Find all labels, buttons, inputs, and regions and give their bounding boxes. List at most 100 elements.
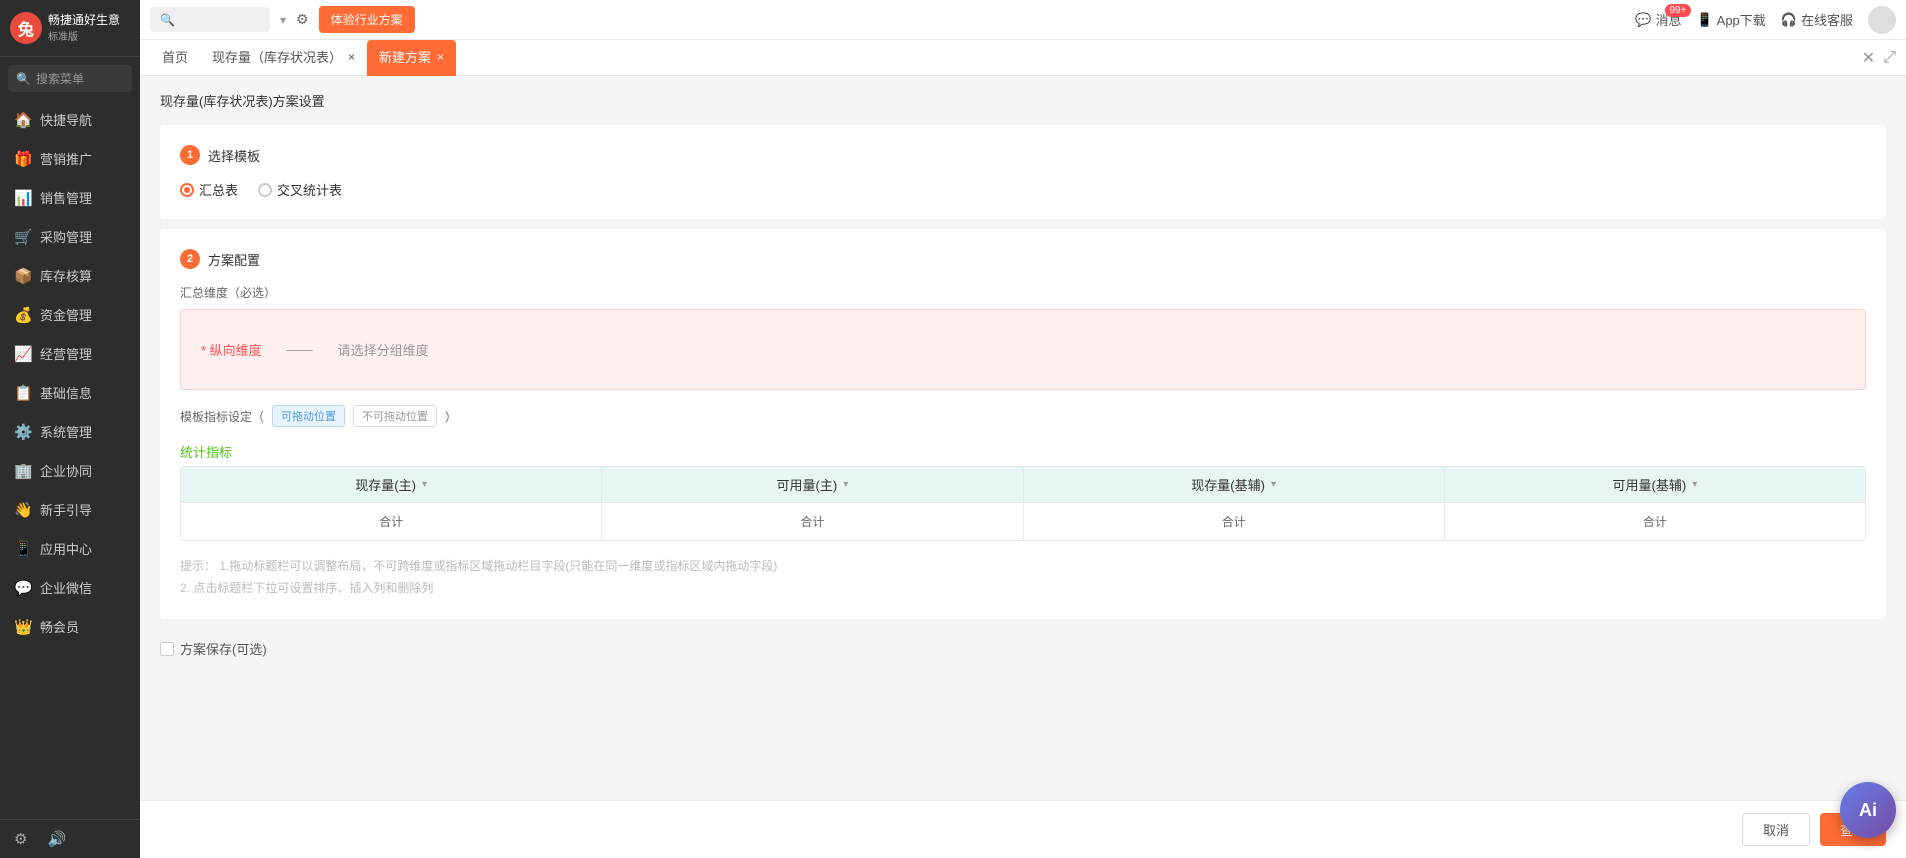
step1-header: 1 选择模板 bbox=[180, 145, 1866, 165]
sidebar-item-operation[interactable]: 📈 经营管理 bbox=[0, 334, 140, 373]
logo-icon: 兔 bbox=[10, 12, 42, 44]
col-summary-2-value: 合计 bbox=[1222, 513, 1246, 530]
sidebar-item-sales[interactable]: 📊 销售管理 bbox=[0, 178, 140, 217]
stats-table-header: 现存量(主) ▾ 可用量(主) ▾ 现存量(基辅) ▾ 可用量(基辅) bbox=[181, 467, 1865, 503]
col-3-chevron-icon[interactable]: ▾ bbox=[1692, 479, 1697, 490]
not-draggable-toggle: 不可拖动位置 bbox=[353, 405, 437, 427]
save-plan-label: 方案保存(可选) bbox=[180, 639, 267, 658]
col-1-chevron-icon[interactable]: ▾ bbox=[843, 479, 848, 490]
col-0-chevron-icon[interactable]: ▾ bbox=[422, 479, 427, 490]
headset-icon: 🎧 bbox=[1781, 12, 1797, 28]
sidebar-item-label: 系统管理 bbox=[40, 422, 92, 441]
sidebar-item-label: 基础信息 bbox=[40, 383, 92, 402]
col-header-2-label: 现存量(基辅) bbox=[1191, 475, 1265, 494]
gift-icon: 🎁 bbox=[14, 150, 32, 168]
chevron-down-icon[interactable]: ▾ bbox=[280, 13, 286, 27]
tab-new-plan-label: 新建方案 bbox=[379, 47, 431, 66]
tips-tip1: 1.拖动标题栏可以调整布局，不可跨维度或指标区域拖动栏目字段(只能在同一维度或指… bbox=[219, 559, 777, 573]
col-summary-3: 合计 bbox=[1445, 503, 1865, 540]
col-header-2[interactable]: 现存量(基辅) ▾ bbox=[1024, 467, 1445, 502]
radio-summary[interactable]: 汇总表 bbox=[180, 180, 238, 199]
tips-section: 提示： 1.拖动标题栏可以调整布局，不可跨维度或指标区域拖动栏目字段(只能在同一… bbox=[180, 556, 1866, 599]
gear-icon[interactable]: ⚙ bbox=[296, 11, 309, 28]
app-icon: 📱 bbox=[14, 540, 32, 558]
sidebar-item-inventory[interactable]: 📦 库存核算 bbox=[0, 256, 140, 295]
tips-label: 提示： bbox=[180, 559, 216, 573]
topbar: 🔍 ▾ ⚙ 体验行业方案 💬 消息 99+ 📱 App下载 🎧 在线客服 bbox=[140, 0, 1906, 40]
sidebar-item-label: 采购管理 bbox=[40, 227, 92, 246]
col-summary-1-value: 合计 bbox=[800, 513, 824, 530]
tab-new-plan[interactable]: 新建方案 × bbox=[367, 40, 456, 76]
collapse-icon[interactable]: ✕ bbox=[1862, 48, 1875, 68]
tab-home[interactable]: 首页 bbox=[150, 40, 200, 76]
topbar-search-icon: 🔍 bbox=[160, 13, 175, 27]
logo-subtitle: 标准版 bbox=[48, 28, 120, 43]
sidebar-item-basic[interactable]: 📋 基础信息 bbox=[0, 373, 140, 412]
indicator-label-end: ） bbox=[445, 408, 457, 425]
message-button[interactable]: 💬 消息 99+ bbox=[1635, 10, 1681, 29]
col-2-chevron-icon[interactable]: ▾ bbox=[1271, 479, 1276, 490]
sidebar-item-enterprise[interactable]: 🏢 企业协同 bbox=[0, 451, 140, 490]
sidebar-item-appcenter[interactable]: 📱 应用中心 bbox=[0, 529, 140, 568]
template-radio-group: 汇总表 交叉统计表 bbox=[180, 180, 1866, 199]
indicator-settings: 模板指标设定（ 可拖动位置 不可拖动位置 ） bbox=[180, 405, 1866, 427]
sidebar-item-label: 企业协同 bbox=[40, 461, 92, 480]
col-header-3[interactable]: 可用量(基辅) ▾ bbox=[1445, 467, 1865, 502]
dimension-box[interactable]: * 纵向维度 —— 请选择分组维度 bbox=[180, 309, 1866, 390]
wechat-icon: 💬 bbox=[14, 579, 32, 597]
indicator-label-text: 模板指标设定（ bbox=[180, 408, 264, 425]
ai-fab-button[interactable]: Ai bbox=[1840, 782, 1896, 838]
save-plan-row[interactable]: 方案保存(可选) bbox=[160, 629, 1886, 668]
save-plan-checkbox[interactable] bbox=[160, 642, 174, 656]
stats-table-body: 合计 合计 合计 合计 bbox=[181, 503, 1865, 540]
sidebar-item-label: 库存核算 bbox=[40, 266, 92, 285]
sound-icon[interactable]: 🔊 bbox=[47, 830, 66, 848]
settings-icon[interactable]: ⚙ bbox=[14, 830, 27, 848]
topbar-search[interactable]: 🔍 bbox=[150, 7, 270, 32]
cancel-button[interactable]: 取消 bbox=[1742, 813, 1810, 846]
tab-new-plan-close-icon[interactable]: × bbox=[437, 50, 444, 64]
sidebar-item-wechat[interactable]: 💬 企业微信 bbox=[0, 568, 140, 607]
operation-icon: 📈 bbox=[14, 345, 32, 363]
dimension-label: 汇总维度（必选） bbox=[180, 284, 1866, 301]
col-header-3-label: 可用量(基辅) bbox=[1613, 475, 1687, 494]
step2-badge: 2 bbox=[180, 249, 200, 269]
sidebar-item-newuser[interactable]: 👋 新手引导 bbox=[0, 490, 140, 529]
sidebar-item-system[interactable]: ⚙️ 系统管理 bbox=[0, 412, 140, 451]
dimension-placeholder: 请选择分组维度 bbox=[338, 340, 429, 359]
message-icon: 💬 bbox=[1635, 12, 1651, 28]
app-download-button[interactable]: 📱 App下载 bbox=[1696, 10, 1765, 29]
radio-cross[interactable]: 交叉统计表 bbox=[258, 180, 342, 199]
tab-controls: ✕ ⤢ bbox=[1862, 48, 1896, 68]
tabs-bar: 首页 现存量（库存状况表） × 新建方案 × ✕ ⤢ bbox=[140, 40, 1906, 76]
sidebar-item-quick-nav[interactable]: 🏠 快捷导航 bbox=[0, 100, 140, 139]
avatar[interactable] bbox=[1868, 6, 1896, 34]
sidebar-item-member[interactable]: 👑 畅会员 bbox=[0, 607, 140, 646]
content-area: 现存量(库存状况表)方案设置 1 选择模板 汇总表 交叉统计表 2 bbox=[140, 76, 1906, 800]
tab-inventory-close-icon[interactable]: × bbox=[348, 50, 355, 64]
sidebar-item-finance[interactable]: 💰 资金管理 bbox=[0, 295, 140, 334]
sidebar-item-marketing[interactable]: 🎁 营销推广 bbox=[0, 139, 140, 178]
topbar-right: 💬 消息 99+ 📱 App下载 🎧 在线客服 bbox=[1635, 6, 1896, 34]
sidebar-search[interactable]: 🔍 搜索菜单 bbox=[8, 65, 132, 92]
sidebar-menu: 🔍 搜索菜单 🏠 快捷导航 🎁 营销推广 📊 销售管理 🛒 采购管理 📦 库存核… bbox=[0, 57, 140, 819]
radio-summary-circle bbox=[180, 183, 194, 197]
stats-section-title: 统计指标 bbox=[180, 442, 1866, 461]
expand-icon[interactable]: ⤢ bbox=[1883, 49, 1896, 67]
draggable-toggle: 可拖动位置 bbox=[272, 405, 345, 427]
sidebar-item-label: 畅会员 bbox=[40, 617, 79, 636]
sidebar-item-label: 快捷导航 bbox=[40, 110, 92, 129]
col-header-1[interactable]: 可用量(主) ▾ bbox=[602, 467, 1023, 502]
search-label: 搜索菜单 bbox=[36, 70, 84, 87]
col-header-0[interactable]: 现存量(主) ▾ bbox=[181, 467, 602, 502]
customer-service-button[interactable]: 🎧 在线客服 bbox=[1781, 10, 1853, 29]
tab-inventory-status[interactable]: 现存量（库存状况表） × bbox=[200, 40, 367, 76]
sidebar-bottom: ⚙ 🔊 bbox=[0, 819, 140, 858]
sidebar-logo: 兔 畅捷通好生意 标准版 bbox=[0, 0, 140, 57]
step2-header: 2 方案配置 bbox=[180, 249, 1866, 269]
trial-button[interactable]: 体验行业方案 bbox=[319, 6, 415, 33]
page-title: 现存量(库存状况表)方案设置 bbox=[160, 91, 1886, 110]
sidebar-item-purchase[interactable]: 🛒 采购管理 bbox=[0, 217, 140, 256]
newuser-icon: 👋 bbox=[14, 501, 32, 519]
cart-icon: 🛒 bbox=[14, 228, 32, 246]
